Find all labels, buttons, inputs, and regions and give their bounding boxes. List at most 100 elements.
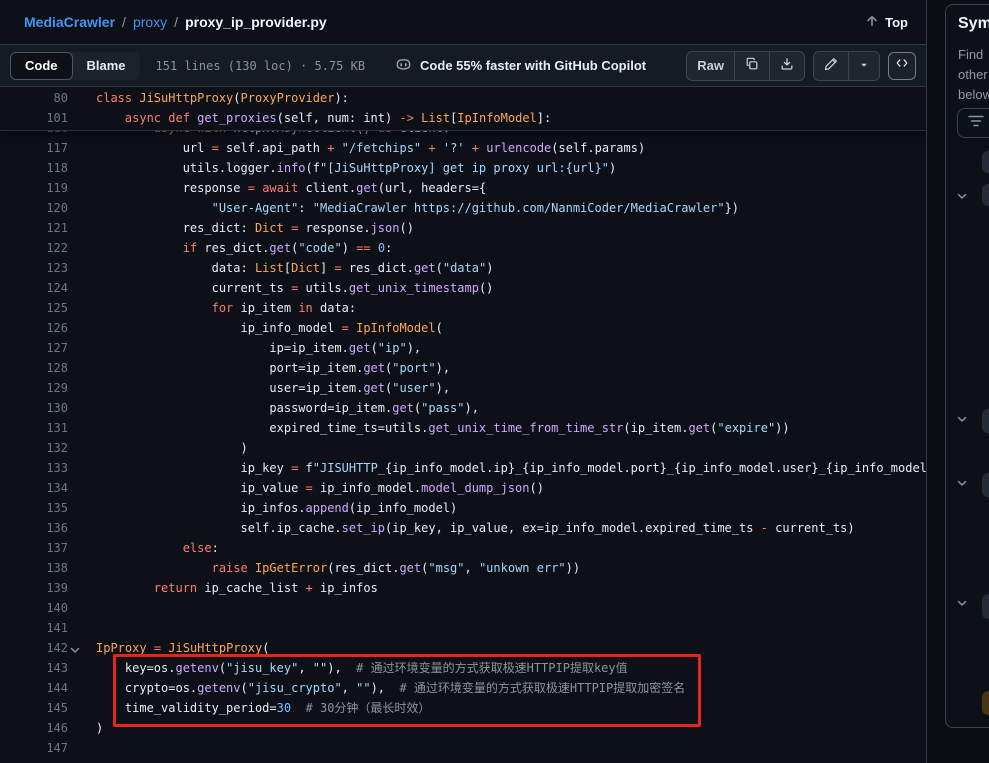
line-number[interactable]: 126 — [0, 318, 68, 338]
line-number[interactable]: 144 — [0, 678, 68, 698]
symbol-item-pill[interactable] — [982, 184, 989, 206]
line-number[interactable]: 121 — [0, 218, 68, 238]
code-text: ) — [96, 718, 103, 738]
copilot-icon — [395, 56, 412, 76]
back-to-top-label: Top — [885, 15, 908, 30]
chevron-down-icon[interactable] — [956, 596, 968, 608]
code-line: 101 async def get_proxies(self, num: int… — [0, 108, 926, 128]
breadcrumb-separator: / — [122, 14, 126, 30]
code-line: 129 user=ip_item.get("user"), — [0, 378, 926, 398]
symbol-item-pill[interactable] — [982, 151, 989, 173]
chevron-down-icon[interactable] — [956, 412, 968, 424]
copy-button[interactable] — [734, 52, 769, 80]
code-line: 121 res_dict: Dict = response.json() — [0, 218, 926, 238]
chevron-down-icon[interactable] — [956, 189, 968, 201]
toolbar-actions: Raw — [686, 51, 916, 81]
code-line: 144 crypto=os.getenv("jisu_crypto", ""),… — [0, 678, 926, 698]
line-number[interactable]: 147 — [0, 738, 68, 758]
line-number[interactable]: 138 — [0, 558, 68, 578]
code-text: return ip_cache_list + ip_infos — [96, 578, 378, 598]
line-number[interactable]: 120 — [0, 198, 68, 218]
code-text: key=os.getenv("jisu_key", ""), # 通过环境变量的… — [96, 658, 628, 678]
code-text: utils.logger.info(f"[JiSuHttpProxy] get … — [96, 158, 616, 178]
line-number[interactable]: 133 — [0, 458, 68, 478]
line-number[interactable]: 125 — [0, 298, 68, 318]
line-number[interactable]: 119 — [0, 178, 68, 198]
symbols-panel-title: Sym — [958, 15, 989, 33]
code-line: 141 — [0, 618, 926, 638]
code-line: 125 for ip_item in data: — [0, 298, 926, 318]
line-number[interactable]: 130 — [0, 398, 68, 418]
line-number[interactable]: 132 — [0, 438, 68, 458]
file-toolbar: Code Blame 151 lines (130 loc) · 5.75 KB… — [0, 44, 926, 87]
code-line: 142IpProxy = JiSuHttpProxy( — [0, 638, 926, 658]
symbol-item-pill[interactable] — [982, 473, 989, 497]
code-text: url = self.api_path + "/fetchips" + '?' … — [96, 138, 645, 158]
line-number[interactable]: 124 — [0, 278, 68, 298]
line-number[interactable]: 118 — [0, 158, 68, 178]
line-number[interactable]: 127 — [0, 338, 68, 358]
symbol-item-pill[interactable] — [982, 691, 989, 715]
breadcrumb-dir-link[interactable]: proxy — [133, 14, 167, 30]
code-line: 131 expired_time_ts=utils.get_unix_time_… — [0, 418, 926, 438]
code-line: 132 ) — [0, 438, 926, 458]
arrow-up-icon — [865, 14, 879, 31]
symbols-filter-button[interactable] — [957, 108, 989, 138]
code-blame-switcher: Code Blame — [10, 52, 140, 80]
line-number[interactable]: 128 — [0, 358, 68, 378]
code-text: expired_time_ts=utils.get_unix_time_from… — [96, 418, 790, 438]
line-number[interactable]: 129 — [0, 378, 68, 398]
breadcrumb-repo-link[interactable]: MediaCrawler — [24, 14, 115, 30]
line-number[interactable]: 140 — [0, 598, 68, 618]
code-line: 130 password=ip_item.get("pass"), — [0, 398, 926, 418]
line-number[interactable]: 117 — [0, 138, 68, 158]
code-line: 143 key=os.getenv("jisu_key", ""), # 通过环… — [0, 658, 926, 678]
code-line: 119 response = await client.get(url, hea… — [0, 178, 926, 198]
code-lines: 116 async with httpx.AsyncClient() as cl… — [0, 87, 926, 758]
breadcrumb-filename: proxy_ip_provider.py — [185, 14, 327, 30]
code-text: user=ip_item.get("user"), — [96, 378, 450, 398]
symbols-toggle-button[interactable] — [888, 52, 916, 80]
fold-chevron-icon[interactable] — [69, 642, 81, 654]
edit-button[interactable] — [814, 52, 848, 80]
edit-dropdown-button[interactable] — [848, 52, 879, 80]
breadcrumb-separator: / — [174, 14, 178, 30]
github-code-view: { "breadcrumb": { "repo": "MediaCrawler"… — [0, 0, 989, 763]
code-line: 80class JiSuHttpProxy(ProxyProvider): — [0, 88, 926, 108]
code-line: 122 if res_dict.get("code") == 0: — [0, 238, 926, 258]
line-number[interactable]: 141 — [0, 618, 68, 638]
code-line: 135 ip_infos.append(ip_info_model) — [0, 498, 926, 518]
line-number[interactable]: 134 — [0, 478, 68, 498]
symbol-item-pill[interactable] — [982, 594, 989, 619]
line-number[interactable]: 143 — [0, 658, 68, 678]
symbols-desc-line: below — [958, 85, 989, 105]
line-number[interactable]: 139 — [0, 578, 68, 598]
line-number[interactable]: 101 — [0, 108, 68, 128]
code-text: async def get_proxies(self, num: int) ->… — [96, 108, 551, 128]
line-number[interactable]: 145 — [0, 698, 68, 718]
line-number[interactable]: 142 — [0, 638, 68, 658]
symbols-desc-line: Find — [958, 45, 989, 65]
symbol-item-pill[interactable] — [982, 409, 989, 433]
raw-button[interactable]: Raw — [687, 52, 734, 80]
tab-code[interactable]: Code — [10, 52, 73, 80]
back-to-top-button[interactable]: Top — [865, 14, 908, 31]
sticky-lines: 80class JiSuHttpProxy(ProxyProvider):101… — [0, 88, 926, 128]
line-number[interactable]: 135 — [0, 498, 68, 518]
code-line: 138 raise IpGetError(res_dict.get("msg",… — [0, 558, 926, 578]
line-number[interactable]: 122 — [0, 238, 68, 258]
line-number[interactable]: 131 — [0, 418, 68, 438]
line-number[interactable]: 136 — [0, 518, 68, 538]
code-text: res_dict: Dict = response.json() — [96, 218, 414, 238]
code-text: current_ts = utils.get_unix_timestamp() — [96, 278, 493, 298]
line-number[interactable]: 80 — [0, 88, 68, 108]
line-number[interactable]: 123 — [0, 258, 68, 278]
line-number[interactable]: 146 — [0, 718, 68, 738]
chevron-down-icon[interactable] — [956, 476, 968, 488]
line-number[interactable]: 137 — [0, 538, 68, 558]
download-button[interactable] — [769, 52, 804, 80]
code-text: ip_key = f"JISUHTTP_{ip_info_model.ip}_{… — [96, 458, 926, 478]
tab-blame[interactable]: Blame — [73, 52, 140, 80]
file-info: 151 lines (130 loc) · 5.75 KB — [156, 59, 366, 73]
code-text: ) — [96, 438, 248, 458]
